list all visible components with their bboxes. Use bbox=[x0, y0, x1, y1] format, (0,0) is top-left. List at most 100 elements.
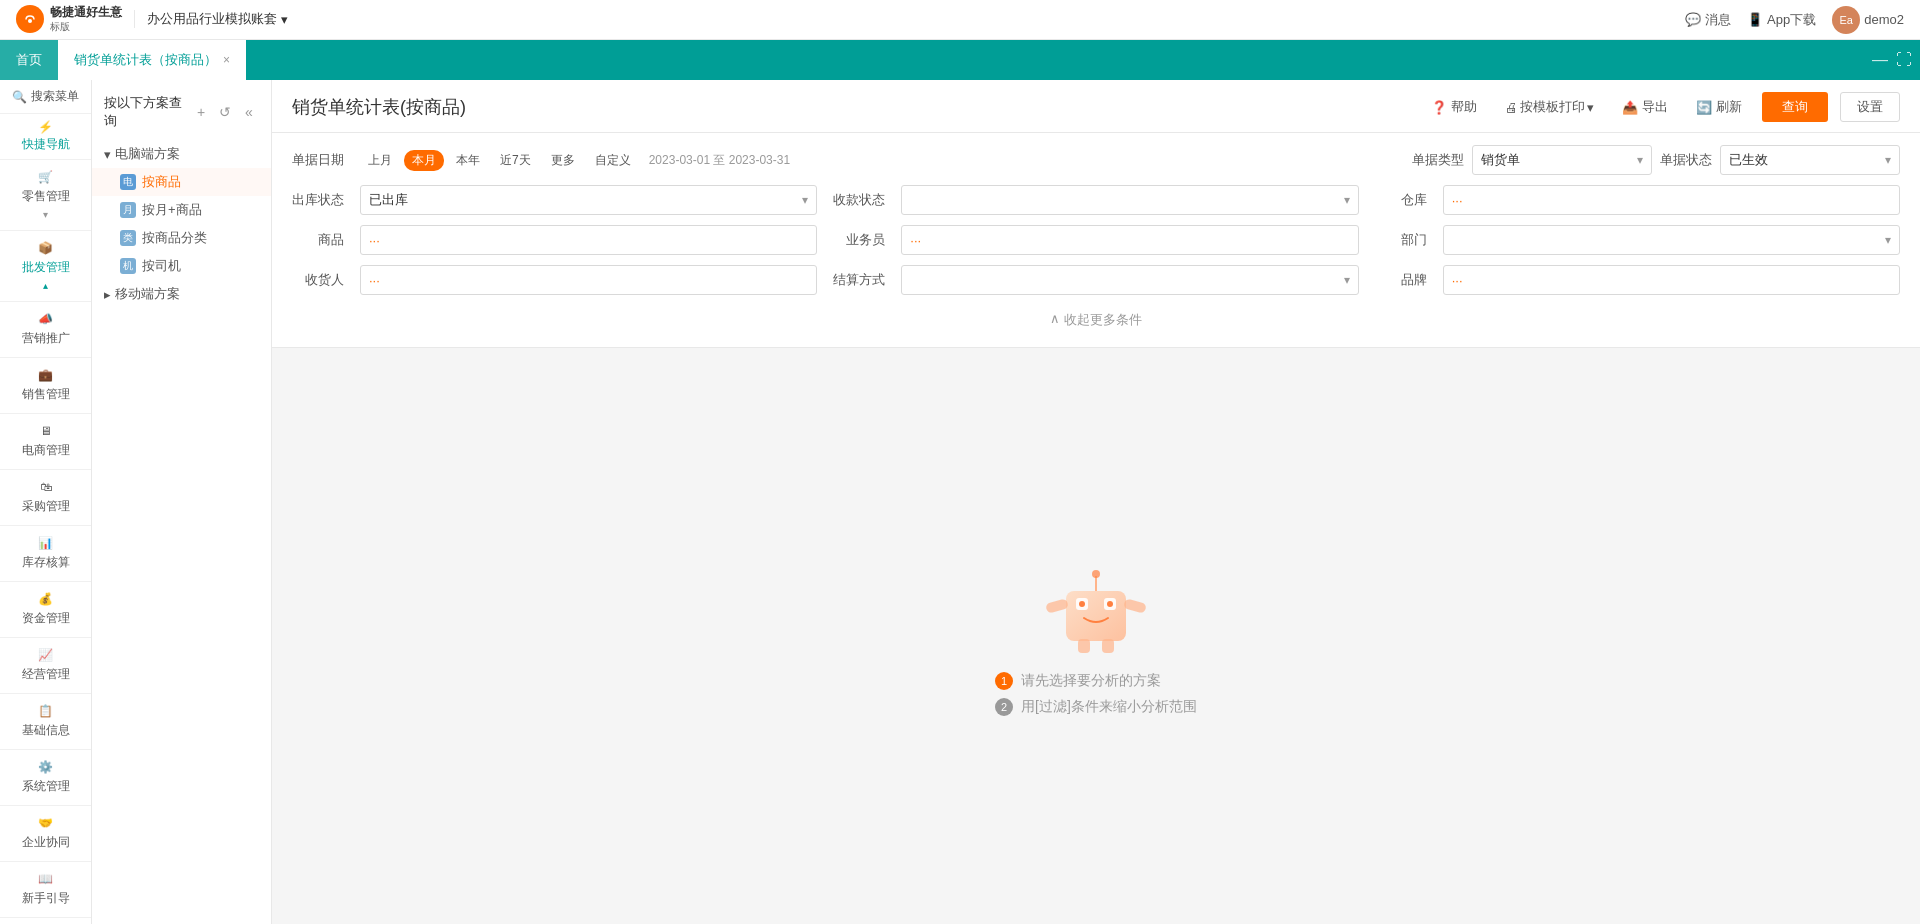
search-menu-label: 搜索菜单 bbox=[31, 88, 79, 105]
product-input[interactable]: ··· bbox=[360, 225, 817, 255]
refresh-label: 刷新 bbox=[1716, 98, 1742, 116]
sidebar-item-retail[interactable]: 🛒 零售管理 ▾ bbox=[0, 160, 91, 231]
date-label: 单据日期 bbox=[292, 151, 344, 169]
refresh-scheme-btn[interactable]: ↺ bbox=[215, 102, 235, 122]
tabbar-actions: — ⛶ bbox=[1872, 51, 1920, 69]
settlement-arrow: ▾ bbox=[1344, 273, 1350, 287]
tree-child-by-month[interactable]: 月 按月+商品 bbox=[92, 196, 271, 224]
tab-close-icon[interactable]: × bbox=[223, 53, 230, 67]
settlement-select[interactable]: ▾ bbox=[901, 265, 1358, 295]
basic-label: 基础信息 bbox=[22, 722, 70, 739]
sidebar-item-basic[interactable]: 📋 基础信息 bbox=[0, 694, 91, 750]
export-icon: 📤 bbox=[1622, 100, 1638, 115]
tree-child-by-cashier[interactable]: 机 按司机 bbox=[92, 252, 271, 280]
query-btn[interactable]: 查询 bbox=[1762, 92, 1828, 122]
inventory-label: 库存核算 bbox=[22, 554, 70, 571]
doc-status-value: 已生效 bbox=[1729, 151, 1768, 169]
refresh-icon: 🔄 bbox=[1696, 100, 1712, 115]
panel-header-actions: + ↺ « bbox=[191, 102, 259, 122]
warehouse-select[interactable]: 已出库 ▾ bbox=[360, 185, 817, 215]
tab-report[interactable]: 销货单统计表（按商品） × bbox=[58, 40, 246, 80]
dept-label: 部门 bbox=[1375, 231, 1427, 249]
payment-label: 收款状态 bbox=[833, 191, 885, 209]
help-btn[interactable]: ❓ 帮助 bbox=[1423, 94, 1485, 120]
collapse-panel-btn[interactable]: « bbox=[239, 102, 259, 122]
message-icon: 💬 bbox=[1685, 12, 1701, 27]
tab-home[interactable]: 首页 bbox=[0, 40, 58, 80]
logo-icon bbox=[16, 5, 44, 33]
warehouse2-input[interactable]: ··· bbox=[1443, 185, 1900, 215]
panel-title: 按以下方案查询 bbox=[104, 94, 187, 130]
payment-select[interactable]: ▾ bbox=[901, 185, 1358, 215]
sidebar-item-newbie[interactable]: 📖 新手引导 bbox=[0, 862, 91, 918]
app-selector[interactable]: 办公用品行业模拟账套 ▾ bbox=[134, 10, 288, 28]
by-month-label: 按月+商品 bbox=[142, 201, 202, 219]
print-btn[interactable]: 🖨 按模板打印 ▾ bbox=[1497, 94, 1602, 120]
add-scheme-btn[interactable]: + bbox=[191, 102, 211, 122]
export-btn[interactable]: 📤 导出 bbox=[1614, 94, 1676, 120]
collapse-bar[interactable]: ∧ 收起更多条件 bbox=[292, 305, 1900, 335]
download-btn[interactable]: 📱 App下载 bbox=[1747, 11, 1816, 29]
brand-input[interactable]: ··· bbox=[1443, 265, 1900, 295]
payment-arrow: ▾ bbox=[1344, 193, 1350, 207]
tab-report-label: 销货单统计表（按商品） bbox=[74, 51, 217, 69]
app-selector-arrow: ▾ bbox=[281, 12, 288, 27]
date-btn-more[interactable]: 更多 bbox=[543, 150, 583, 171]
dept-select[interactable]: ▾ bbox=[1443, 225, 1900, 255]
system-label: 系统管理 bbox=[22, 778, 70, 795]
recipient-input[interactable]: ··· bbox=[360, 265, 817, 295]
filter-area: 单据日期 上月 本月 本年 近7天 更多 自定义 2023-03-01 至 20… bbox=[272, 133, 1920, 348]
collapse-label: 收起更多条件 bbox=[1064, 311, 1142, 329]
doc-type-select[interactable]: 销货单 ▾ bbox=[1472, 145, 1652, 175]
settings-btn[interactable]: 设置 bbox=[1840, 92, 1900, 122]
mobile-expand-icon: ▸ bbox=[104, 287, 111, 302]
tree-child-by-category[interactable]: 类 按商品分类 bbox=[92, 224, 271, 252]
ecommerce-label: 电商管理 bbox=[22, 442, 70, 459]
by-cashier-label: 按司机 bbox=[142, 257, 181, 275]
date-btn-last-month[interactable]: 上月 bbox=[360, 150, 400, 171]
sidebar-item-ecommerce[interactable]: 🖥 电商管理 bbox=[0, 414, 91, 470]
print-label: 按模板打印 bbox=[1520, 98, 1585, 116]
wholesale-icon: 📦 bbox=[38, 241, 53, 255]
tab-maximize-icon[interactable]: ⛶ bbox=[1896, 51, 1912, 69]
sidebar-item-wholesale[interactable]: 📦 批发管理 ▴ bbox=[0, 231, 91, 302]
filter-row-4: 收货人 ··· 结算方式 ▾ 品牌 ··· bbox=[292, 265, 1900, 295]
quick-nav-item[interactable]: ⚡ 快捷导航 bbox=[0, 114, 91, 160]
refresh-btn[interactable]: 🔄 刷新 bbox=[1688, 94, 1750, 120]
salesman-dots: ··· bbox=[910, 233, 921, 248]
sidebar-item-marketing[interactable]: 📣 营销推广 bbox=[0, 302, 91, 358]
message-btn[interactable]: 💬 消息 bbox=[1685, 11, 1731, 29]
sidebar-item-appstore[interactable]: 📱 应用中心 bbox=[0, 918, 91, 924]
tabbar: 首页 销货单统计表（按商品） × — ⛶ bbox=[0, 40, 1920, 80]
doc-status-label: 单据状态 bbox=[1660, 151, 1712, 169]
search-menu-item[interactable]: 🔍 搜索菜单 bbox=[0, 80, 91, 114]
empty-hint-2: 2 用[过滤]条件来缩小分析范围 bbox=[995, 698, 1197, 716]
date-btn-custom[interactable]: 自定义 bbox=[587, 150, 639, 171]
date-btn-7days[interactable]: 近7天 bbox=[492, 150, 539, 171]
logo-area: 畅捷通好生意 标版 bbox=[16, 5, 122, 33]
tree-parent-pc[interactable]: ▾ 电脑端方案 bbox=[92, 140, 271, 168]
recipient-dots: ··· bbox=[369, 273, 380, 288]
settlement-label: 结算方式 bbox=[833, 271, 885, 289]
user-area[interactable]: Ea demo2 bbox=[1832, 6, 1904, 34]
warehouse2-dots: ··· bbox=[1452, 193, 1463, 208]
salesman-input[interactable]: ··· bbox=[901, 225, 1358, 255]
sidebar-item-sales[interactable]: 💼 销售管理 bbox=[0, 358, 91, 414]
doc-status-select[interactable]: 已生效 ▾ bbox=[1720, 145, 1900, 175]
sidebar-item-operations[interactable]: 📈 经营管理 bbox=[0, 638, 91, 694]
sidebar-item-inventory[interactable]: 📊 库存核算 bbox=[0, 526, 91, 582]
tree-child-by-product[interactable]: 电 按商品 bbox=[92, 168, 271, 196]
wholesale-arrow: ▴ bbox=[43, 280, 48, 291]
empty-state: 1 请先选择要分析的方案 2 用[过滤]条件来缩小分析范围 bbox=[272, 348, 1920, 924]
sidebar-item-procurement[interactable]: 🛍 采购管理 bbox=[0, 470, 91, 526]
svg-point-5 bbox=[1079, 601, 1085, 607]
warehouse-label: 出库状态 bbox=[292, 191, 344, 209]
sidebar-item-collab[interactable]: 🤝 企业协同 bbox=[0, 806, 91, 862]
date-btn-this-month[interactable]: 本月 bbox=[404, 150, 444, 171]
date-btn-this-year[interactable]: 本年 bbox=[448, 150, 488, 171]
sidebar-item-system[interactable]: ⚙️ 系统管理 bbox=[0, 750, 91, 806]
sidebar-item-finance[interactable]: 💰 资金管理 bbox=[0, 582, 91, 638]
tab-minimize-icon[interactable]: — bbox=[1872, 51, 1888, 69]
tree-parent-mobile[interactable]: ▸ 移动端方案 bbox=[92, 280, 271, 308]
print-arrow-icon: ▾ bbox=[1587, 100, 1594, 115]
